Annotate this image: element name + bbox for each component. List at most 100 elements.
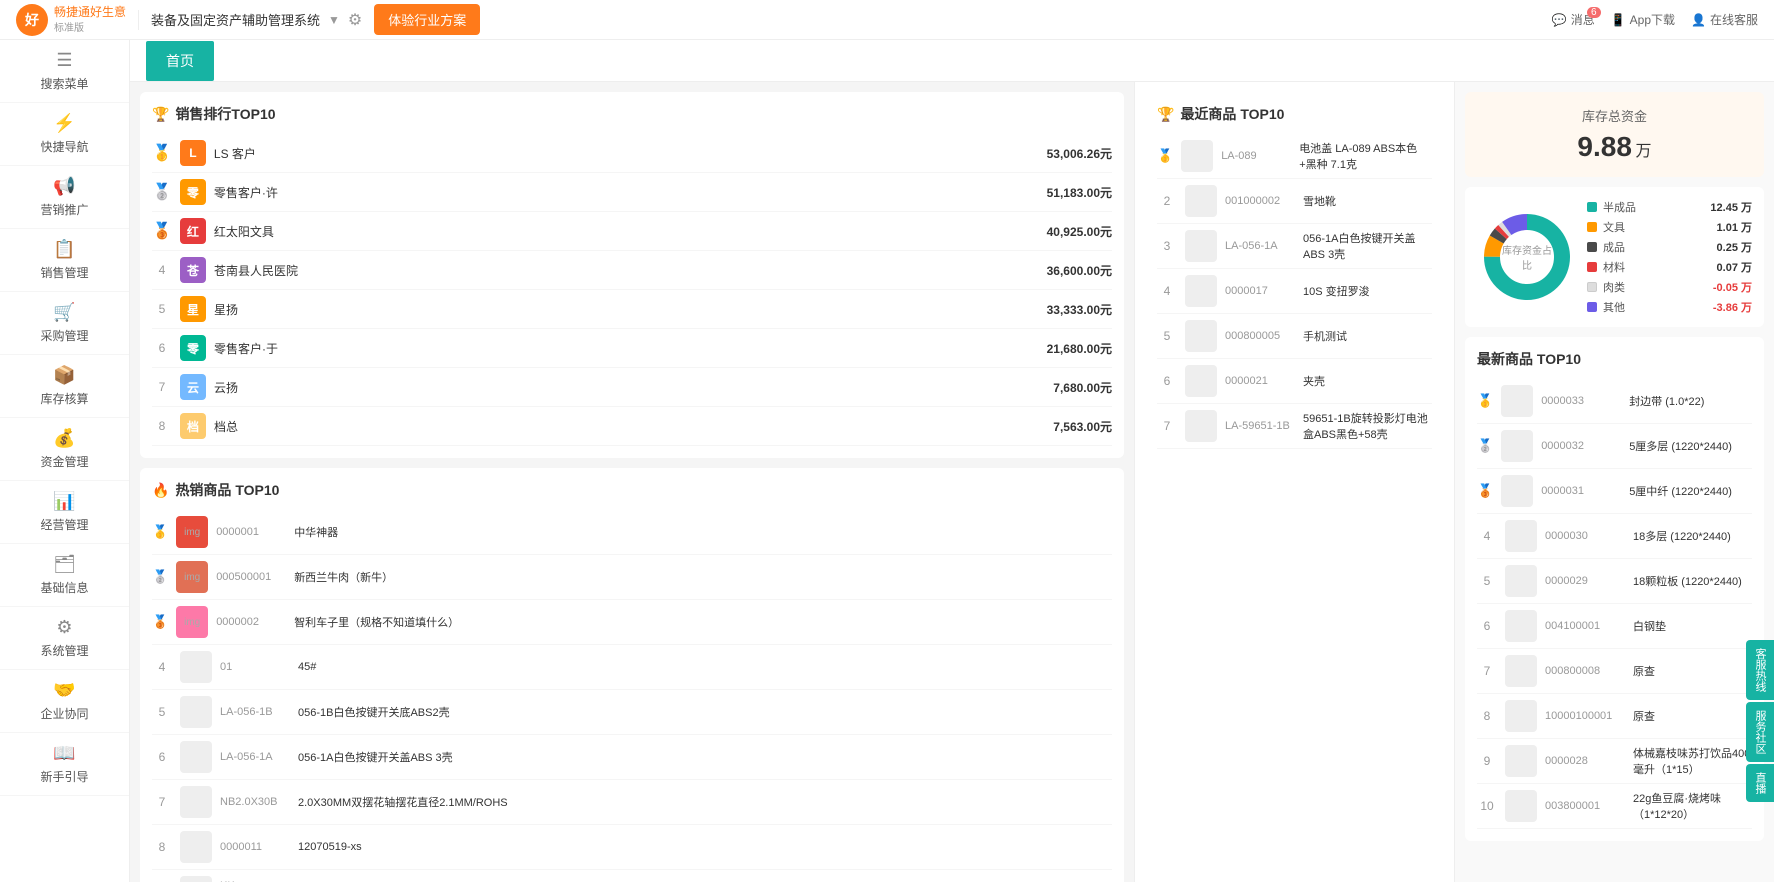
rank-number: 6: [152, 750, 172, 764]
rank-amount: 36,600.00元: [1047, 262, 1112, 279]
rank-medal: 🥉: [1477, 483, 1493, 499]
product-code: NB2.0X30B: [220, 796, 290, 808]
newest-products-list: 🥇 0000033 封边带 (1.0*22) 🥈 0000032 5厘多层 (1…: [1477, 379, 1752, 829]
community-btn[interactable]: 服务社区: [1746, 702, 1774, 762]
sidebar-item-operations[interactable]: 📊 经营管理: [0, 481, 129, 544]
legend-dot: [1587, 222, 1597, 232]
list-item: 3 LA-056-1A 056-1A白色按键开关盖ABS 3壳: [1157, 224, 1432, 269]
hot-products-title: 🔥 热销商品 TOP10: [152, 480, 1112, 500]
finance-icon: 💰: [53, 428, 75, 449]
legend-item-semifinished: 半成品 12.45 万: [1587, 199, 1752, 215]
hot-products-list: 🥇 img 0000001 中华神器 🥈 img 000500001 新西兰牛肉…: [152, 510, 1112, 882]
list-item: 7 LA-59651-1B 59651-1B旋转投影灯电池盒ABS黑色+58壳: [1157, 404, 1432, 449]
sidebar-item-purchase[interactable]: 🛒 采购管理: [0, 292, 129, 355]
sidebar-item-nav[interactable]: ⚡ 快捷导航: [0, 103, 129, 166]
list-item: 9 KK-SD22110H 花语萌恒温分罐罐袋（厚款）: [152, 870, 1112, 882]
product-img: [1185, 365, 1217, 397]
product-code: 0000032: [1541, 440, 1621, 452]
rank-name: 零售客户·许: [214, 184, 1039, 201]
product-name: 新西兰牛肉（新牛）: [294, 569, 1112, 585]
list-item: 6 LA-056-1A 056-1A白色按键开关盖ABS 3壳: [152, 735, 1112, 780]
product-name: 10S 变扭罗浚: [1303, 283, 1432, 299]
product-img: [1185, 320, 1217, 352]
product-name: 智利车子里（规格不知道填什么）: [294, 614, 1112, 630]
product-img: [180, 831, 212, 863]
logo-sub: 标准版: [54, 19, 126, 34]
product-name: 封边带 (1.0*22): [1629, 393, 1752, 409]
message-icon: 💬: [1552, 13, 1567, 27]
product-img: [1181, 140, 1213, 172]
legend-dot: [1587, 282, 1597, 292]
product-name: 原查: [1633, 708, 1752, 724]
list-item: 🥉 img 0000002 智利车子里（规格不知道填什么）: [152, 600, 1112, 645]
list-item: 5 000800005 手机测试: [1157, 314, 1432, 359]
product-code: 0000011: [220, 841, 290, 853]
product-img: img: [176, 606, 208, 638]
system-name: 装备及固定资产辅助管理系统: [151, 10, 320, 29]
legend-name: 文具: [1603, 219, 1711, 235]
product-img: [1185, 275, 1217, 307]
product-code: 004100001: [1545, 620, 1625, 632]
product-name: 056-1A白色按键开关盖ABS 3壳: [298, 749, 1112, 765]
live-btn[interactable]: 直播: [1746, 764, 1774, 802]
hot-products-card: 🔥 热销商品 TOP10 🥇 img 0000001 中华神器 🥈 img: [140, 468, 1124, 882]
list-item: 4 0000030 18多层 (1220*2440): [1477, 514, 1752, 559]
system-chevron-btn[interactable]: ▼: [328, 13, 340, 27]
medal-icon: 🥇: [152, 143, 172, 163]
newest-products-card: 最新商品 TOP10 🥇 0000033 封边带 (1.0*22) 🥈 0: [1465, 337, 1764, 841]
sidebar-item-sales[interactable]: 📋 销售管理: [0, 229, 129, 292]
sidebar-item-inventory[interactable]: 📦 库存核算: [0, 355, 129, 418]
sidebar-item-marketing[interactable]: 📢 营销推广: [0, 166, 129, 229]
trophy-icon: 🏆: [152, 106, 169, 123]
app-download-label: App下载: [1630, 11, 1675, 28]
product-code: 0000028: [1545, 755, 1625, 767]
legend-name: 材料: [1603, 259, 1711, 275]
guide-icon: 📖: [53, 743, 75, 764]
product-name: 5厘多层 (1220*2440): [1629, 438, 1752, 454]
rank-name: 星扬: [214, 301, 1039, 318]
sidebar-item-marketing-label: 营销推广: [40, 201, 88, 218]
table-row: 🥇 L LS 客户 53,006.26元: [152, 134, 1112, 173]
inventory-amount-group: 9.88 万: [1479, 131, 1750, 163]
messages-btn[interactable]: 💬 消息 6: [1552, 11, 1595, 28]
sidebar-item-enterprise[interactable]: 🤝 企业协同: [0, 670, 129, 733]
product-code: 0000021: [1225, 375, 1295, 387]
sidebar-item-guide[interactable]: 📖 新手引导: [0, 733, 129, 796]
recent-products-title: 🏆 最近商品 TOP10: [1157, 104, 1432, 124]
sidebar-item-search[interactable]: ☰ 搜索菜单: [0, 40, 129, 103]
product-code: 000800008: [1545, 665, 1625, 677]
try-btn[interactable]: 体验行业方案: [374, 4, 480, 35]
product-name: 雪地靴: [1303, 193, 1432, 209]
app-download-btn[interactable]: 📱 App下载: [1611, 11, 1675, 28]
legend-item-finished: 成品 0.25 万: [1587, 239, 1752, 255]
table-row: 5 星 星扬 33,333.00元: [152, 290, 1112, 329]
legend-val: 1.01 万: [1717, 219, 1752, 235]
list-item: 🥈 img 000500001 新西兰牛肉（新牛）: [152, 555, 1112, 600]
content-body: 🏆 销售排行TOP10 🥇 L LS 客户 53,006.26元: [130, 82, 1774, 882]
rank-amount: 51,183.00元: [1047, 184, 1112, 201]
product-img: [1505, 655, 1537, 687]
sidebar-item-system[interactable]: ⚙ 系统管理: [0, 607, 129, 670]
online-service-btn[interactable]: 👤 在线客服: [1691, 11, 1758, 28]
avatar: 苍: [180, 257, 206, 283]
nav-icon: ⚡: [53, 113, 75, 134]
product-img: [1185, 230, 1217, 262]
system-gear-btn[interactable]: ⚙: [348, 10, 362, 30]
product-code: 003800001: [1545, 800, 1625, 812]
sidebar-item-finance[interactable]: 💰 资金管理: [0, 418, 129, 481]
app-icon: 📱: [1611, 13, 1626, 27]
product-img: img: [176, 516, 208, 548]
tab-home[interactable]: 首页: [146, 41, 214, 81]
product-code: 0000001: [216, 526, 286, 538]
donut-chart: 库存资金占比: [1477, 207, 1577, 307]
sidebar-item-purchase-label: 采购管理: [40, 327, 88, 344]
sidebar-item-inventory-label: 库存核算: [40, 390, 88, 407]
list-item: 10 003800001 22g鱼豆腐·烧烤味（1*12*20）: [1477, 784, 1752, 829]
rank-amount: 53,006.26元: [1047, 145, 1112, 162]
customer-service-btn[interactable]: 客服热线: [1746, 640, 1774, 700]
legend-item-meat: 肉类 -0.05 万: [1587, 279, 1752, 295]
sales-ranking-table: 🥇 L LS 客户 53,006.26元 🥈 零 零售客户·许 51,183.0…: [152, 134, 1112, 446]
logo-icon: 好: [16, 4, 48, 36]
sidebar-item-basic[interactable]: 🗂 基础信息: [0, 544, 129, 607]
rank-name: 零售客户·于: [214, 340, 1039, 357]
